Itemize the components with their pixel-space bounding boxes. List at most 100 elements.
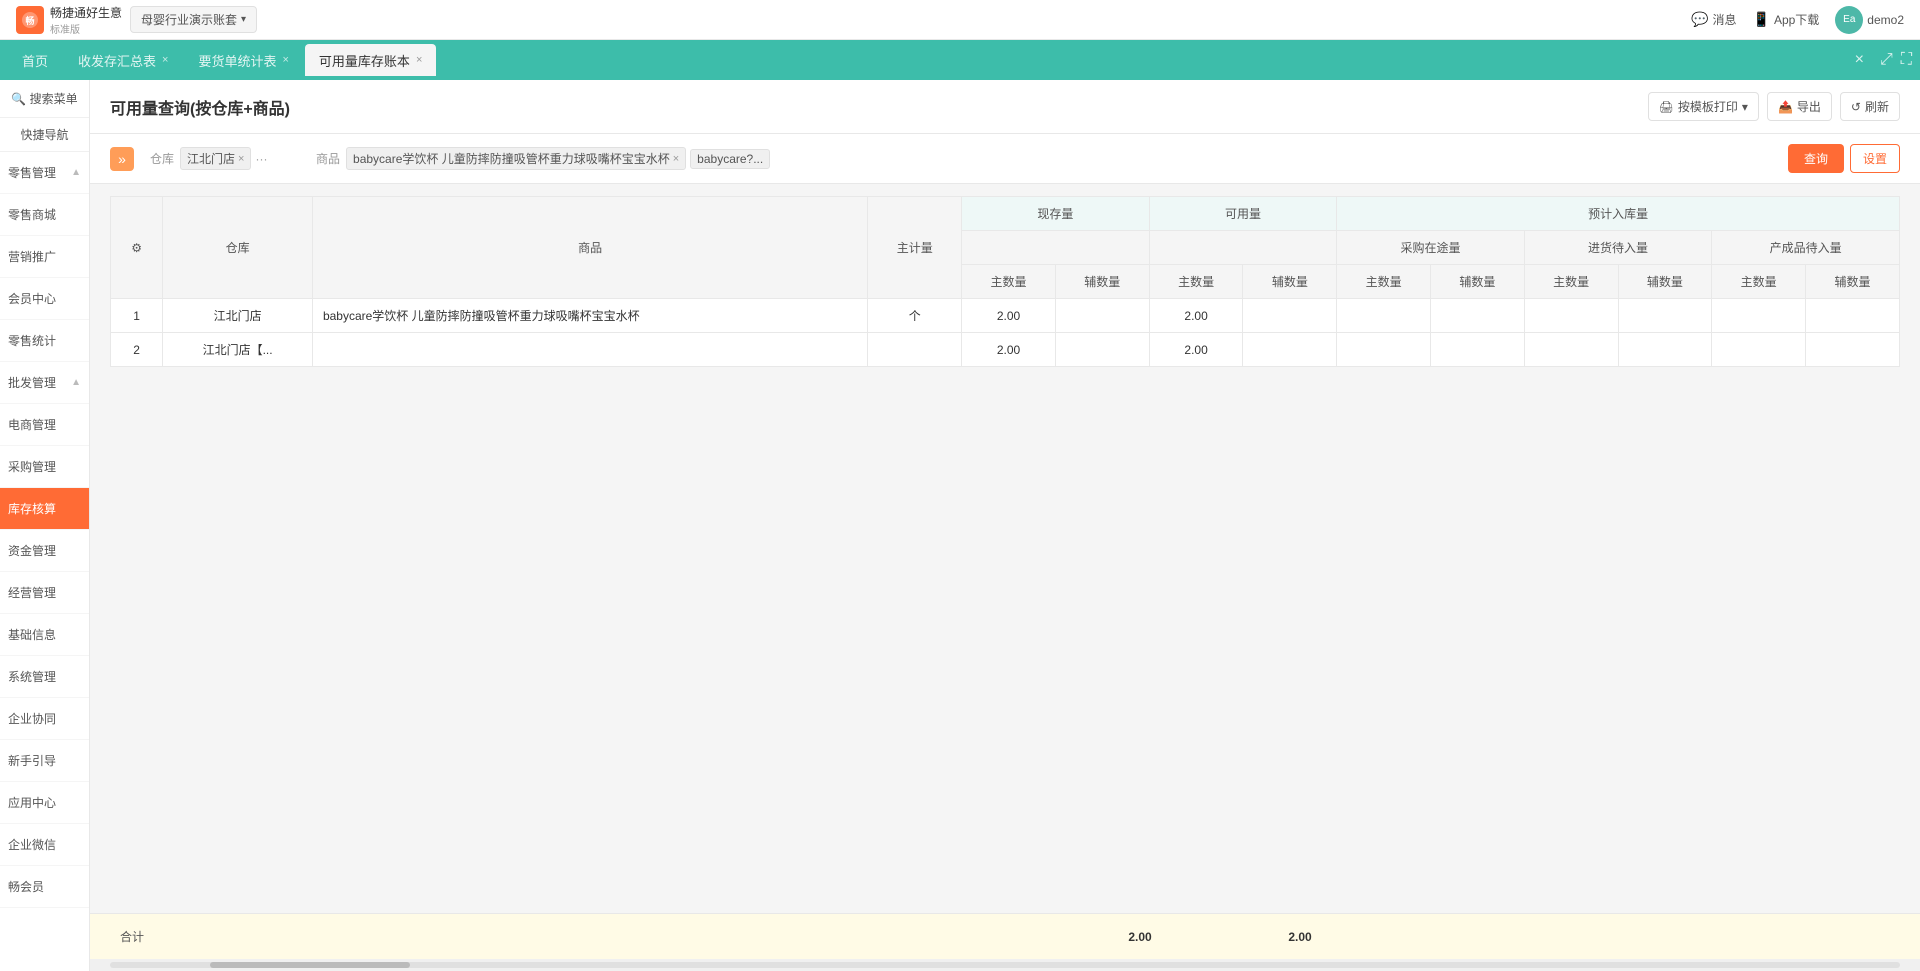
footer-pur-main-total <box>1420 931 1500 943</box>
tab-home[interactable]: 首页 <box>8 44 62 76</box>
footer-prod-aux-total <box>1820 931 1900 943</box>
product-tag-2-label: babycare?... <box>697 152 763 166</box>
row-product-0: babycare学饮杯 儿童防摔防撞吸管杯重力球吸嘴杯宝宝水杯 <box>312 299 867 333</box>
sidebar-item-retail-management[interactable]: 零售管理 ▲ <box>0 152 89 194</box>
product-tag-1[interactable]: babycare学饮杯 儿童防摔防撞吸管杯重力球吸嘴杯宝宝水杯 × <box>346 147 686 170</box>
sidebar-item-marketing[interactable]: 营销推广 <box>0 236 89 278</box>
sidebar-item-inventory[interactable]: 库存核算 <box>0 488 89 530</box>
sidebar-item-newbie[interactable]: 新手引导 <box>0 740 89 782</box>
messages-button[interactable]: 💬 消息 <box>1691 11 1736 28</box>
row-inv-main-0: 2.00 <box>962 299 1056 333</box>
user-menu[interactable]: Ea demo2 <box>1835 6 1904 34</box>
sidebar-item-app-center[interactable]: 应用中心 <box>0 782 89 824</box>
sidebar-item-retail-stats-label: 零售统计 <box>8 332 56 349</box>
print-button[interactable]: 🖨 按模板打印 ▾ <box>1648 92 1759 121</box>
tab-order-stats[interactable]: 要货单统计表 × <box>184 44 302 76</box>
unit-th: 主计量 <box>868 197 962 299</box>
inbound-sub-th: 进货待入量 <box>1524 231 1712 265</box>
app-download-button[interactable]: 📱 App下载 <box>1753 11 1820 28</box>
top-bar-right: 💬 消息 📱 App下载 Ea demo2 <box>1691 6 1904 34</box>
print-icon: 🖨 <box>1659 100 1674 114</box>
industry-selector[interactable]: 母婴行业演示账套 ▾ <box>130 6 257 33</box>
sidebar-item-newbie-label: 新手引导 <box>8 752 56 769</box>
product-filter-tags: babycare学饮杯 儿童防摔防撞吸管杯重力球吸嘴杯宝宝水杯 × babyca… <box>346 147 770 170</box>
chevron-up-icon: ▲ <box>71 167 81 178</box>
warehouse-more-icon[interactable]: ··· <box>255 152 267 166</box>
horizontal-scrollbar[interactable] <box>90 959 1920 971</box>
row-inv-aux-0 <box>1055 299 1149 333</box>
sidebar-item-purchase[interactable]: 采购管理 <box>0 446 89 488</box>
remove-product-tag-1-icon[interactable]: × <box>673 153 679 165</box>
tab-summary[interactable]: 收发存汇总表 × <box>64 44 182 76</box>
avail-main-th: 主数量 <box>1149 265 1243 299</box>
close-order-tab[interactable]: × <box>282 54 288 66</box>
tab-order-stats-label: 要货单统计表 <box>198 51 276 70</box>
export-label: 导出 <box>1797 98 1821 115</box>
close-summary-tab[interactable]: × <box>162 54 168 66</box>
sidebar-item-system[interactable]: 系统管理 <box>0 656 89 698</box>
sidebar-item-member[interactable]: 畅会员 <box>0 866 89 908</box>
product-tag-2[interactable]: babycare?... <box>690 149 770 169</box>
print-label: 按模板打印 <box>1678 98 1738 115</box>
expand-icon[interactable]: ⤢ <box>1880 51 1893 69</box>
settings-col-th[interactable]: ⚙ <box>111 197 163 299</box>
export-icon: 📤 <box>1778 100 1793 114</box>
close-all-tabs-button[interactable]: × <box>1855 51 1864 69</box>
sidebar-item-ecommerce[interactable]: 电商管理 <box>0 404 89 446</box>
filter-expand-button[interactable]: » <box>110 147 134 171</box>
settings-button[interactable]: 设置 <box>1850 144 1900 173</box>
top-bar-left: 畅 畅捷通好生意 标准版 母婴行业演示账套 ▾ <box>16 4 257 36</box>
page-header: 可用量查询(按仓库+商品) 🖨 按模板打印 ▾ 📤 导出 ↺ 刷新 <box>90 80 1920 134</box>
sidebar-item-base-label: 基础信息 <box>8 626 56 643</box>
avatar: Ea <box>1835 6 1863 34</box>
footer-prod-main-total <box>1740 931 1820 943</box>
sidebar-item-member-label: 会员中心 <box>8 290 56 307</box>
footer-in-main-total <box>1580 931 1660 943</box>
purchase-sub-th: 采购在途量 <box>1337 231 1525 265</box>
user-name: demo2 <box>1867 13 1904 27</box>
row-in-main-0 <box>1524 299 1618 333</box>
footer-inv-main-total: 2.00 <box>1100 924 1180 950</box>
chevron-down-icon: ▲ <box>71 377 81 388</box>
sidebar-item-wechat[interactable]: 企业微信 <box>0 824 89 866</box>
print-arrow-icon: ▾ <box>1742 100 1748 114</box>
footer-avail-aux-total <box>1340 931 1420 943</box>
avail-sub-th <box>1149 231 1337 265</box>
refresh-button[interactable]: ↺ 刷新 <box>1840 92 1900 121</box>
sidebar-item-finance[interactable]: 资金管理 <box>0 530 89 572</box>
sidebar-item-retail-stats[interactable]: 零售统计 <box>0 320 89 362</box>
row-warehouse-0: 江北门店 <box>163 299 313 333</box>
logo-text-area: 畅捷通好生意 标准版 <box>50 4 122 36</box>
fullscreen-icon[interactable]: ⛶ <box>1901 51 1912 69</box>
sidebar-search[interactable]: 🔍 搜索菜单 <box>0 80 89 118</box>
sidebar-quick-nav[interactable]: 快捷导航 <box>0 118 89 152</box>
query-button[interactable]: 查询 <box>1788 144 1844 173</box>
tab-home-label: 首页 <box>22 51 48 70</box>
scroll-thumb[interactable] <box>210 962 410 968</box>
warehouse-tag-jiangbei[interactable]: 江北门店 × <box>180 147 251 170</box>
main-layout: 🔍 搜索菜单 快捷导航 零售管理 ▲ 零售商城 营销推广 会员中心 零售统计 批… <box>0 80 1920 971</box>
production-sub-th: 产成品待入量 <box>1712 231 1900 265</box>
sidebar-item-retail-mall[interactable]: 零售商城 <box>0 194 89 236</box>
tab-available-inventory[interactable]: 可用量库存账本 × <box>305 44 436 76</box>
inventory-group-th: 现存量 <box>962 197 1150 231</box>
remove-warehouse-tag-icon[interactable]: × <box>238 153 244 165</box>
row-num-1: 2 <box>111 333 163 367</box>
sidebar-item-member-center[interactable]: 会员中心 <box>0 278 89 320</box>
sidebar-item-operations[interactable]: 经营管理 <box>0 572 89 614</box>
tab-summary-label: 收发存汇总表 <box>78 51 156 70</box>
sidebar-item-app-label: 应用中心 <box>8 794 56 811</box>
svg-text:畅: 畅 <box>25 15 34 26</box>
logo-area: 畅 畅捷通好生意 标准版 <box>16 4 122 36</box>
sidebar-item-inventory-label: 库存核算 <box>8 500 56 517</box>
sidebar-item-wholesale[interactable]: 批发管理 ▲ <box>0 362 89 404</box>
sidebar-item-base-info[interactable]: 基础信息 <box>0 614 89 656</box>
row-pur-main-0 <box>1337 299 1431 333</box>
export-button[interactable]: 📤 导出 <box>1767 92 1832 121</box>
row-num-0: 1 <box>111 299 163 333</box>
table-area: ⚙ 仓库 商品 主计量 现存量 可用量 预计入库量 采购在途量 进货待入量 产成… <box>90 184 1920 913</box>
tab-available-inventory-label: 可用量库存账本 <box>319 51 410 70</box>
close-available-tab[interactable]: × <box>416 54 422 66</box>
avail-aux-th: 辅数量 <box>1243 265 1337 299</box>
sidebar-item-enterprise[interactable]: 企业协同 <box>0 698 89 740</box>
